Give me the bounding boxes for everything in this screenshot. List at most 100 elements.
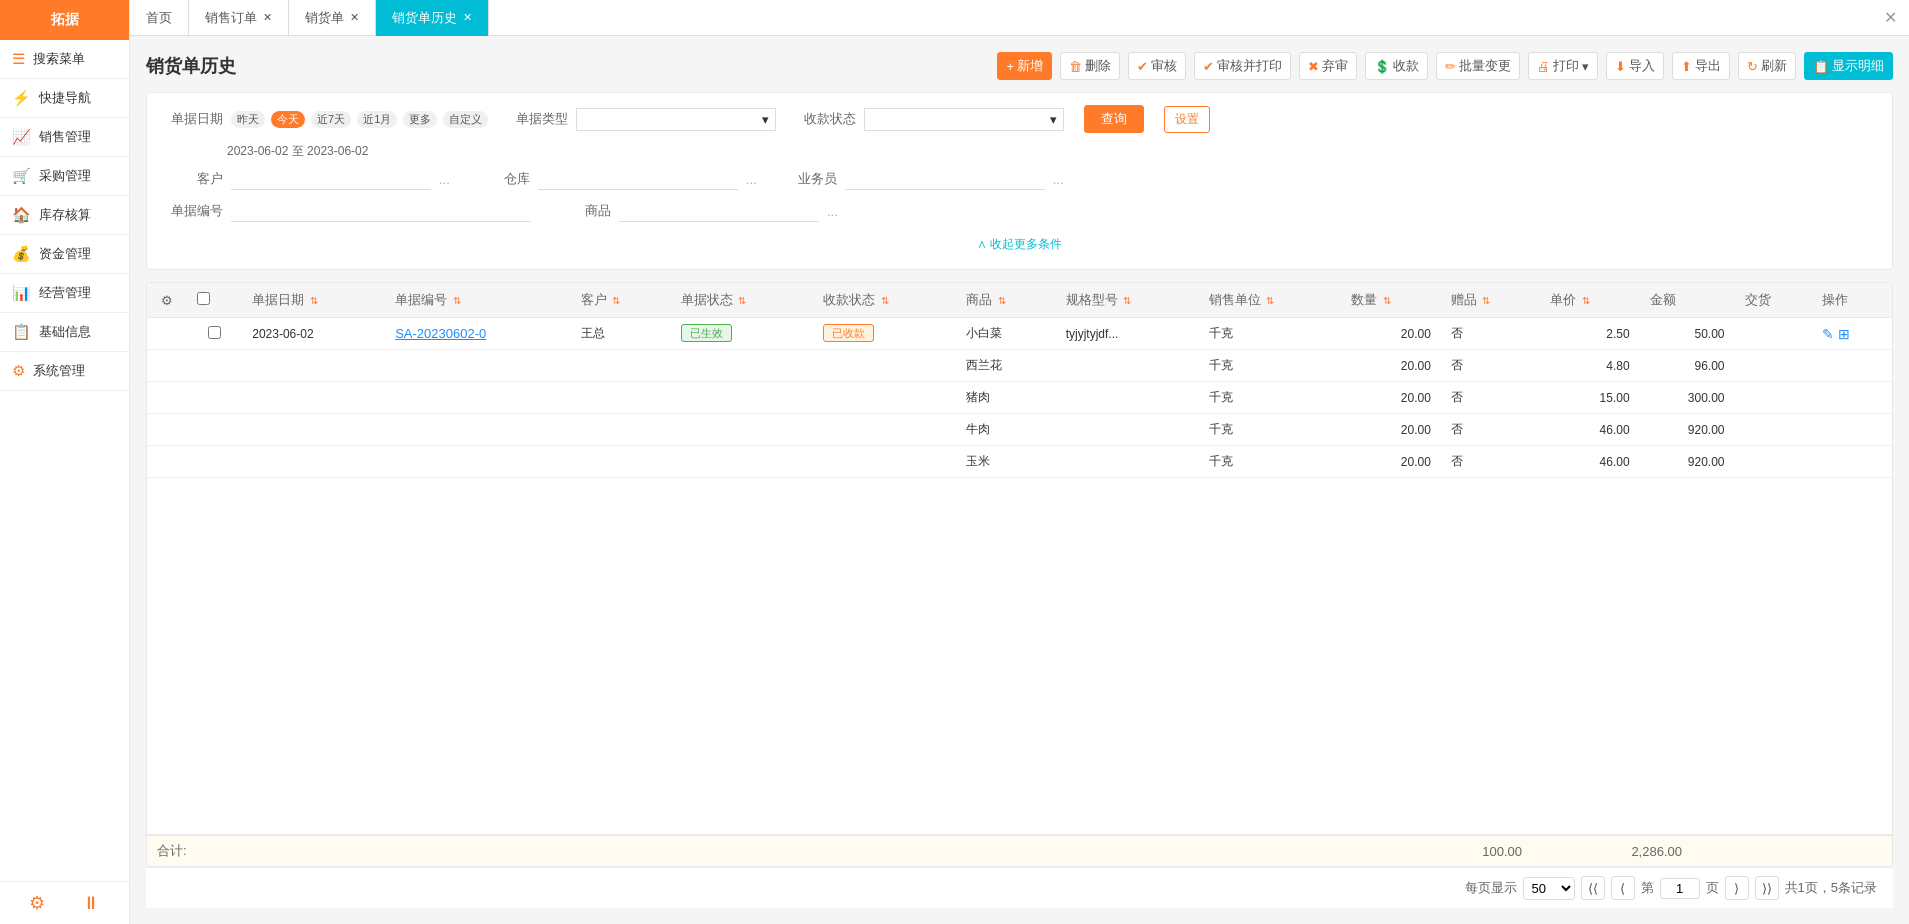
settings-button[interactable]: 设置: [1164, 106, 1210, 133]
row-customer: 王总: [571, 318, 670, 350]
page-prev-button[interactable]: ⟨: [1611, 876, 1635, 900]
warehouse-dots[interactable]: ...: [746, 172, 757, 187]
th-price[interactable]: 单价 ⇅: [1540, 283, 1639, 318]
goods-dots[interactable]: ...: [827, 204, 838, 219]
payment-status-select[interactable]: ▾: [864, 108, 1064, 131]
payment-status-label: 收款状态: [796, 110, 856, 128]
page-last-button[interactable]: ⟩⟩: [1755, 876, 1779, 900]
close-all-tabs[interactable]: ✕: [1872, 8, 1909, 27]
customer-dots[interactable]: ...: [439, 172, 450, 187]
staff-dots[interactable]: ...: [1053, 172, 1064, 187]
th-goods[interactable]: 商品 ⇅: [956, 283, 1055, 318]
edit-action-icon[interactable]: ✎: [1822, 326, 1834, 342]
export-button[interactable]: ⬆ 导出: [1672, 52, 1730, 80]
th-gift[interactable]: 赠品 ⇅: [1441, 283, 1540, 318]
sidebar-collapse-icon[interactable]: ⏸: [82, 893, 100, 914]
doc-type-filter: 单据类型 ▾: [508, 108, 776, 131]
th-customer[interactable]: 客户 ⇅: [571, 283, 670, 318]
th-price-label: 单价: [1550, 292, 1576, 307]
th-qty[interactable]: 数量 ⇅: [1341, 283, 1440, 318]
audit-button[interactable]: ✔ 审核: [1128, 52, 1186, 80]
staff-label: 业务员: [777, 170, 837, 188]
th-doc-status[interactable]: 单据状态 ⇅: [671, 283, 814, 318]
show-details-button[interactable]: 📋 显示明细: [1804, 52, 1893, 80]
customer-input[interactable]: [231, 168, 431, 190]
doc-no-link[interactable]: SA-20230602-0: [395, 326, 486, 341]
sidebar-settings-icon[interactable]: ⚙: [29, 892, 45, 914]
row-spec: [1056, 446, 1199, 478]
doc-type-select[interactable]: ▾: [576, 108, 776, 131]
page-input[interactable]: 1: [1660, 878, 1700, 899]
row-spec: [1056, 382, 1199, 414]
batch-change-button[interactable]: ✏ 批量变更: [1436, 52, 1520, 80]
row-gift: 否: [1441, 350, 1540, 382]
row-spec: [1056, 350, 1199, 382]
row-qty: 20.00: [1341, 318, 1440, 350]
sidebar-item-sales-mgmt[interactable]: 📈 销售管理: [0, 118, 129, 157]
row-qty: 20.00: [1341, 414, 1440, 446]
page-first-button[interactable]: ⟨⟨: [1581, 876, 1605, 900]
print-button[interactable]: 🖨 打印 ▾: [1528, 52, 1598, 80]
th-gift-label: 赠品: [1451, 292, 1477, 307]
th-settings[interactable]: ⚙: [147, 283, 187, 318]
sidebar-item-purchase-mgmt[interactable]: 🛒 采购管理: [0, 157, 129, 196]
abandon-button[interactable]: ✖ 弃审: [1299, 52, 1357, 80]
tab-sales-order-close[interactable]: ✕: [263, 11, 272, 24]
footer-total-qty: 100.00: [1402, 844, 1522, 859]
tab-home[interactable]: 首页: [130, 0, 189, 36]
tab-sales-history-close[interactable]: ✕: [463, 11, 472, 24]
goods-label: 商品: [551, 202, 611, 220]
row-checkbox-cell: [187, 318, 242, 350]
doc-no-input[interactable]: [231, 200, 531, 222]
date-option-custom[interactable]: 自定义: [443, 111, 488, 128]
import-button[interactable]: ⬇ 导入: [1606, 52, 1664, 80]
staff-input[interactable]: [845, 168, 1045, 190]
th-spec[interactable]: 规格型号 ⇅: [1056, 283, 1199, 318]
per-page-select[interactable]: 50 100 200: [1523, 877, 1575, 900]
tab-sales-history[interactable]: 销货单历史 ✕: [376, 0, 489, 36]
tab-sales-history-label: 销货单历史: [392, 9, 457, 27]
sidebar-item-basic-info[interactable]: 📋 基础信息: [0, 313, 129, 352]
date-option-today[interactable]: 今天: [271, 111, 305, 128]
table-footer: 合计: 100.00 2,286.00: [147, 834, 1892, 866]
tab-sales-goods-close[interactable]: ✕: [350, 11, 359, 24]
row-payment-status: 已收款: [813, 318, 956, 350]
th-unit[interactable]: 销售单位 ⇅: [1199, 283, 1342, 318]
tab-sales-goods[interactable]: 销货单 ✕: [289, 0, 376, 36]
date-option-7days[interactable]: 近7天: [311, 111, 351, 128]
sidebar-item-finance[interactable]: 💰 资金管理: [0, 235, 129, 274]
collect-button[interactable]: 💲 收款: [1365, 52, 1428, 80]
row-checkbox-cell: [187, 350, 242, 382]
row-date: [242, 382, 385, 414]
sidebar-item-sys-mgmt[interactable]: ⚙ 系统管理: [0, 352, 129, 391]
goods-input[interactable]: [619, 200, 819, 222]
th-date[interactable]: 单据日期 ⇅: [242, 283, 385, 318]
row-goods: 西兰花: [956, 350, 1055, 382]
collapse-btn[interactable]: ∧ 收起更多条件: [163, 232, 1876, 257]
warehouse-input[interactable]: [538, 168, 738, 190]
view-action-icon[interactable]: ⊞: [1838, 326, 1850, 342]
tab-sales-order[interactable]: 销售订单 ✕: [189, 0, 289, 36]
inventory-icon: 🏠: [12, 206, 31, 224]
date-option-1month[interactable]: 近1月: [357, 111, 397, 128]
sidebar-item-quick-nav[interactable]: ⚡ 快捷导航: [0, 79, 129, 118]
sidebar-item-inventory[interactable]: 🏠 库存核算: [0, 196, 129, 235]
refresh-button[interactable]: ↻ 刷新: [1738, 52, 1796, 80]
th-payment-status[interactable]: 收款状态 ⇅: [813, 283, 956, 318]
row-checkbox[interactable]: [208, 326, 221, 339]
select-all-checkbox[interactable]: [197, 292, 210, 305]
page-next-button[interactable]: ⟩: [1725, 876, 1749, 900]
date-option-more[interactable]: 更多: [403, 111, 437, 128]
date-option-yesterday[interactable]: 昨天: [231, 111, 265, 128]
sidebar-item-operations[interactable]: 📊 经营管理: [0, 274, 129, 313]
th-doc-no[interactable]: 单据编号 ⇅: [385, 283, 571, 318]
sidebar-item-search-menu[interactable]: ☰ 搜索菜单: [0, 40, 129, 79]
add-button[interactable]: + 新增: [997, 52, 1052, 80]
tab-sales-goods-label: 销货单: [305, 9, 344, 27]
audit-print-button[interactable]: ✔ 审核并打印: [1194, 52, 1291, 80]
query-button[interactable]: 查询: [1084, 105, 1144, 133]
row-settings-cell: [147, 350, 187, 382]
row-price: 4.80: [1540, 350, 1639, 382]
th-payment-status-label: 收款状态: [823, 292, 875, 307]
delete-button[interactable]: 🗑 删除: [1060, 52, 1120, 80]
